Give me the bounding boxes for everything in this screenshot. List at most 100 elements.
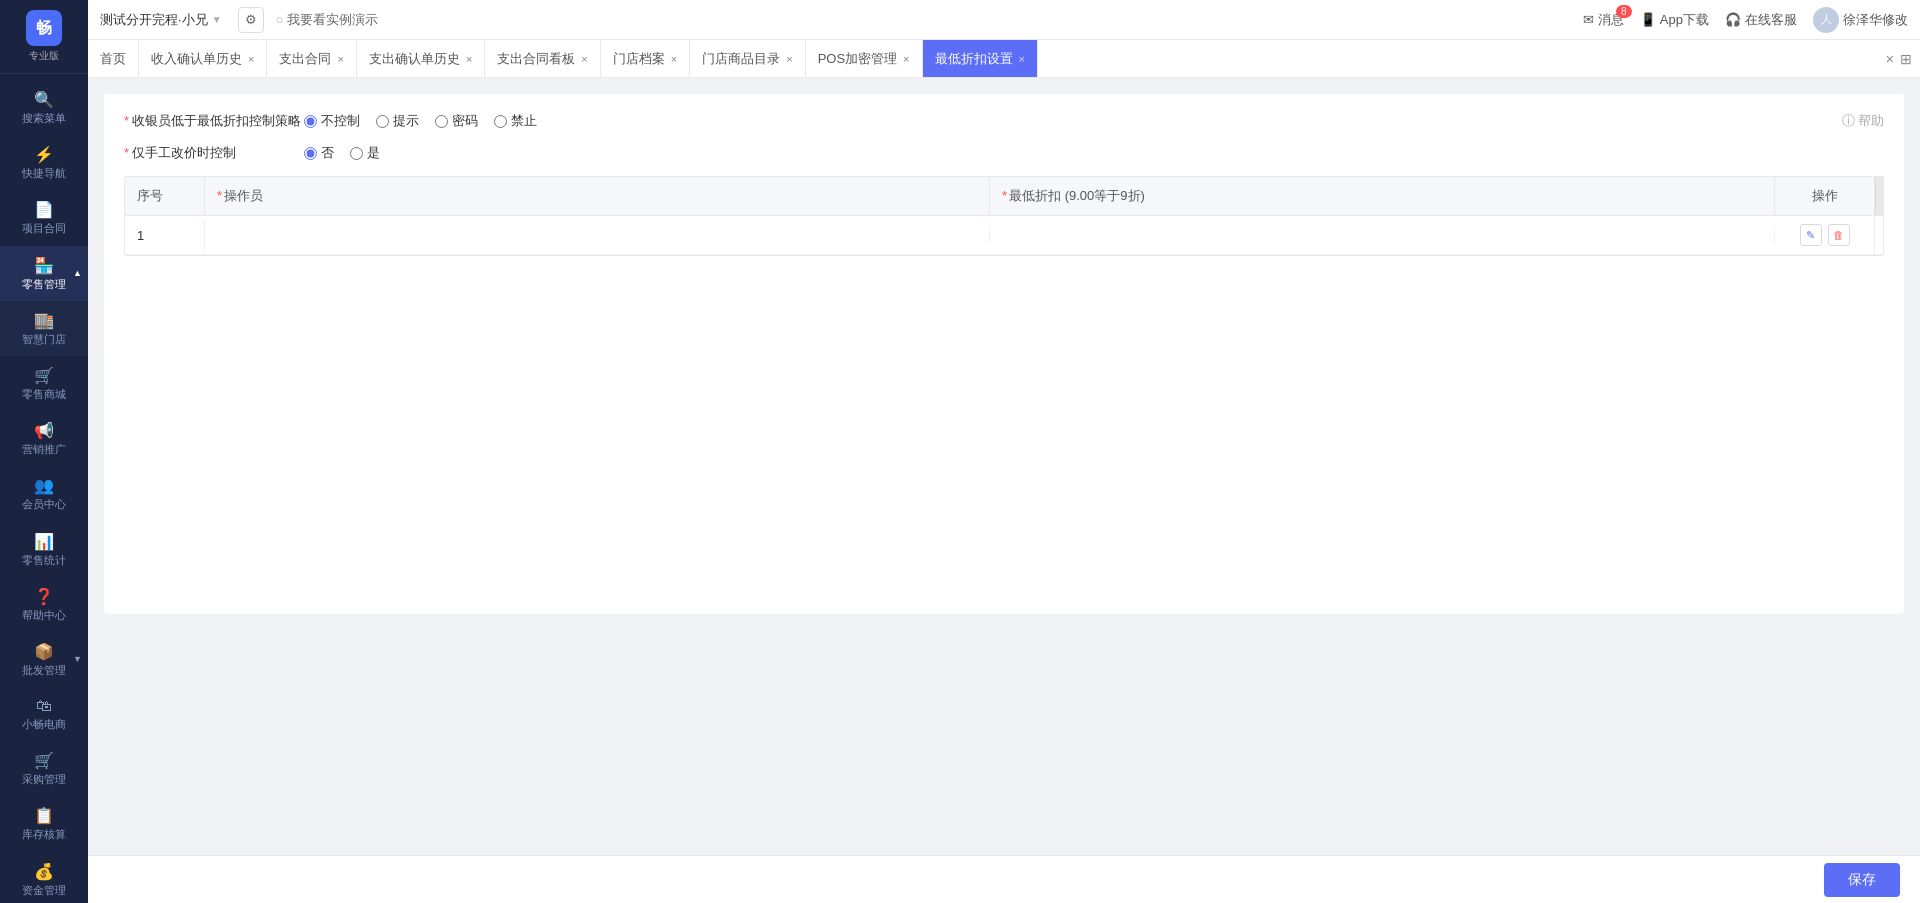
- help-label: 帮助: [1858, 112, 1884, 130]
- policy-remind-label: 提示: [393, 112, 419, 130]
- policy-password[interactable]: 密码: [435, 112, 478, 130]
- tab-income-confirm[interactable]: 收入确认单历史 ×: [139, 40, 267, 78]
- policy-no-control-label: 不控制: [321, 112, 360, 130]
- tab-store-product[interactable]: 门店商品目录 ×: [690, 40, 805, 78]
- th-discount: 最低折扣 (9.00等于9折): [990, 177, 1775, 215]
- retail-stats-icon: 📊: [34, 532, 54, 551]
- sidebar-item-retail-shop[interactable]: 🛒 零售商城: [0, 356, 88, 411]
- content-area: 收银员低于最低折扣控制策略 不控制 提示 密码: [88, 78, 1920, 855]
- main-card: 收银员低于最低折扣控制策略 不控制 提示 密码: [104, 94, 1904, 614]
- topbar-project[interactable]: 测试分开完程·小兄 ▼: [100, 11, 226, 29]
- table-header: 序号 操作员 最低折扣 (9.00等于9折) 操作: [125, 177, 1883, 216]
- sidebar-item-quick-nav-label: 快捷导航: [22, 167, 66, 180]
- topbar-message-btn[interactable]: ✉ 消息 8: [1583, 11, 1624, 29]
- sidebar-item-marketing[interactable]: 📢 营销推广: [0, 411, 88, 466]
- message-icon: ✉: [1583, 12, 1594, 27]
- retail-shop-icon: 🛒: [34, 366, 54, 385]
- sidebar-item-retail[interactable]: 🏪 零售管理 ▲: [0, 246, 88, 301]
- manual-row: 仅手工改价时控制 否 是: [124, 144, 1884, 162]
- sidebar-item-wholesale[interactable]: 📦 批发管理 ▼: [0, 632, 88, 687]
- tab-store-archive[interactable]: 门店档案 ×: [601, 40, 690, 78]
- manual-yes-label: 是: [367, 144, 380, 162]
- sidebar-item-member[interactable]: 👥 会员中心: [0, 466, 88, 521]
- sidebar: 畅 专业版 🔍 搜索菜单 ⚡ 快捷导航 📄 项目合同 🏪 零售管理 ▲ 🏬 智慧…: [0, 0, 88, 903]
- demo-circle-icon: ○: [276, 12, 284, 27]
- table-scrollbar: [1875, 177, 1883, 215]
- tab-home[interactable]: 首页: [88, 40, 139, 78]
- delete-btn-1[interactable]: 🗑: [1828, 224, 1850, 246]
- tab-pos-secret[interactable]: POS加密管理 ×: [806, 40, 923, 78]
- policy-radio-group: 不控制 提示 密码 禁止: [304, 112, 537, 130]
- topbar-user-avatar[interactable]: 人 徐泽华修改: [1813, 7, 1908, 33]
- tab-min-discount-label: 最低折扣设置: [935, 50, 1013, 68]
- sidebar-item-search-label: 搜索菜单: [22, 112, 66, 125]
- sidebar-item-purchase-label: 采购管理: [22, 773, 66, 786]
- app-label: App下载: [1660, 11, 1709, 29]
- settings-icon: ⚙: [245, 12, 257, 27]
- sidebar-item-ecommerce[interactable]: 🛍 小畅电商: [0, 687, 88, 741]
- tab-pay-board[interactable]: 支出合同看板 ×: [485, 40, 600, 78]
- sidebar-item-retail-stats-label: 零售统计: [22, 554, 66, 567]
- edit-btn-1[interactable]: ✎: [1800, 224, 1822, 246]
- tab-pay-contract-label: 支出合同: [279, 50, 331, 68]
- user-name: 徐泽华修改: [1843, 11, 1908, 29]
- tab-pay-contract-close[interactable]: ×: [337, 53, 343, 65]
- help-btn[interactable]: ⓘ 帮助: [1842, 112, 1884, 130]
- footer-bar: 保存: [88, 855, 1920, 903]
- tabs-controls: × ⊞: [1878, 51, 1920, 67]
- quick-nav-icon: ⚡: [34, 145, 54, 164]
- policy-remind[interactable]: 提示: [376, 112, 419, 130]
- sidebar-item-inventory-label: 库存核算: [22, 828, 66, 841]
- topbar-settings-btn[interactable]: ⚙: [238, 7, 264, 33]
- td-action-1: ✎ 🗑: [1775, 216, 1875, 254]
- manual-no[interactable]: 否: [304, 144, 334, 162]
- topbar-service-btn[interactable]: 🎧 在线客服: [1725, 11, 1797, 29]
- demo-label: 我要看实例演示: [287, 11, 378, 29]
- td-seq-1: 1: [125, 220, 205, 251]
- sidebar-item-wholesale-label: 批发管理: [22, 664, 66, 677]
- message-badge: 8: [1616, 5, 1632, 18]
- tab-pay-confirm-label: 支出确认单历史: [369, 50, 460, 68]
- sidebar-item-finance[interactable]: 💰 资金管理: [0, 852, 88, 903]
- avatar: 人: [1813, 7, 1839, 33]
- tab-pos-secret-close[interactable]: ×: [903, 53, 909, 65]
- td-operator-1: [205, 227, 990, 243]
- td-discount-1: [990, 227, 1775, 243]
- tab-pay-contract[interactable]: 支出合同 ×: [267, 40, 356, 78]
- tab-pay-confirm[interactable]: 支出确认单历史 ×: [357, 40, 485, 78]
- tab-income-confirm-label: 收入确认单历史: [151, 50, 242, 68]
- manual-yes[interactable]: 是: [350, 144, 380, 162]
- sidebar-item-search[interactable]: 🔍 搜索菜单: [0, 80, 88, 135]
- tab-store-archive-close[interactable]: ×: [671, 53, 677, 65]
- tab-income-confirm-close[interactable]: ×: [248, 53, 254, 65]
- tab-pay-confirm-close[interactable]: ×: [466, 53, 472, 65]
- retail-arrow: ▲: [73, 268, 82, 278]
- sidebar-item-help-center[interactable]: ❓ 帮助中心: [0, 577, 88, 632]
- project-dropdown-icon: ▼: [212, 14, 222, 25]
- sidebar-item-project-contract[interactable]: 📄 项目合同: [0, 190, 88, 245]
- smart-store-icon: 🏬: [34, 311, 54, 330]
- save-button[interactable]: 保存: [1824, 863, 1900, 897]
- sidebar-item-purchase[interactable]: 🛒 采购管理: [0, 741, 88, 796]
- retail-icon: 🏪: [34, 256, 54, 275]
- sidebar-item-inventory[interactable]: 📋 库存核算: [0, 796, 88, 851]
- tab-close-all-icon[interactable]: ×: [1886, 51, 1894, 67]
- tab-pay-board-close[interactable]: ×: [581, 53, 587, 65]
- tab-min-discount[interactable]: 最低折扣设置 ×: [923, 40, 1038, 78]
- sidebar-nav: 🔍 搜索菜单 ⚡ 快捷导航 📄 项目合同 🏪 零售管理 ▲ 🏬 智慧门店 🛒 零…: [0, 74, 88, 903]
- tab-store-product-close[interactable]: ×: [786, 53, 792, 65]
- policy-forbid[interactable]: 禁止: [494, 112, 537, 130]
- policy-no-control[interactable]: 不控制: [304, 112, 360, 130]
- tab-expand-icon[interactable]: ⊞: [1900, 51, 1912, 67]
- topbar-demo[interactable]: ○ 我要看实例演示: [276, 11, 379, 29]
- tab-min-discount-close[interactable]: ×: [1019, 53, 1025, 65]
- sidebar-item-quick-nav[interactable]: ⚡ 快捷导航: [0, 135, 88, 190]
- topbar-app-download-btn[interactable]: 📱 App下载: [1640, 11, 1709, 29]
- sidebar-item-smart-store[interactable]: 🏬 智慧门店: [0, 301, 88, 356]
- manual-label: 仅手工改价时控制: [124, 144, 304, 162]
- policy-password-label: 密码: [452, 112, 478, 130]
- help-circle-icon: ⓘ: [1842, 112, 1855, 130]
- project-contract-icon: 📄: [34, 200, 54, 219]
- inventory-icon: 📋: [34, 806, 54, 825]
- sidebar-item-retail-stats[interactable]: 📊 零售统计: [0, 522, 88, 577]
